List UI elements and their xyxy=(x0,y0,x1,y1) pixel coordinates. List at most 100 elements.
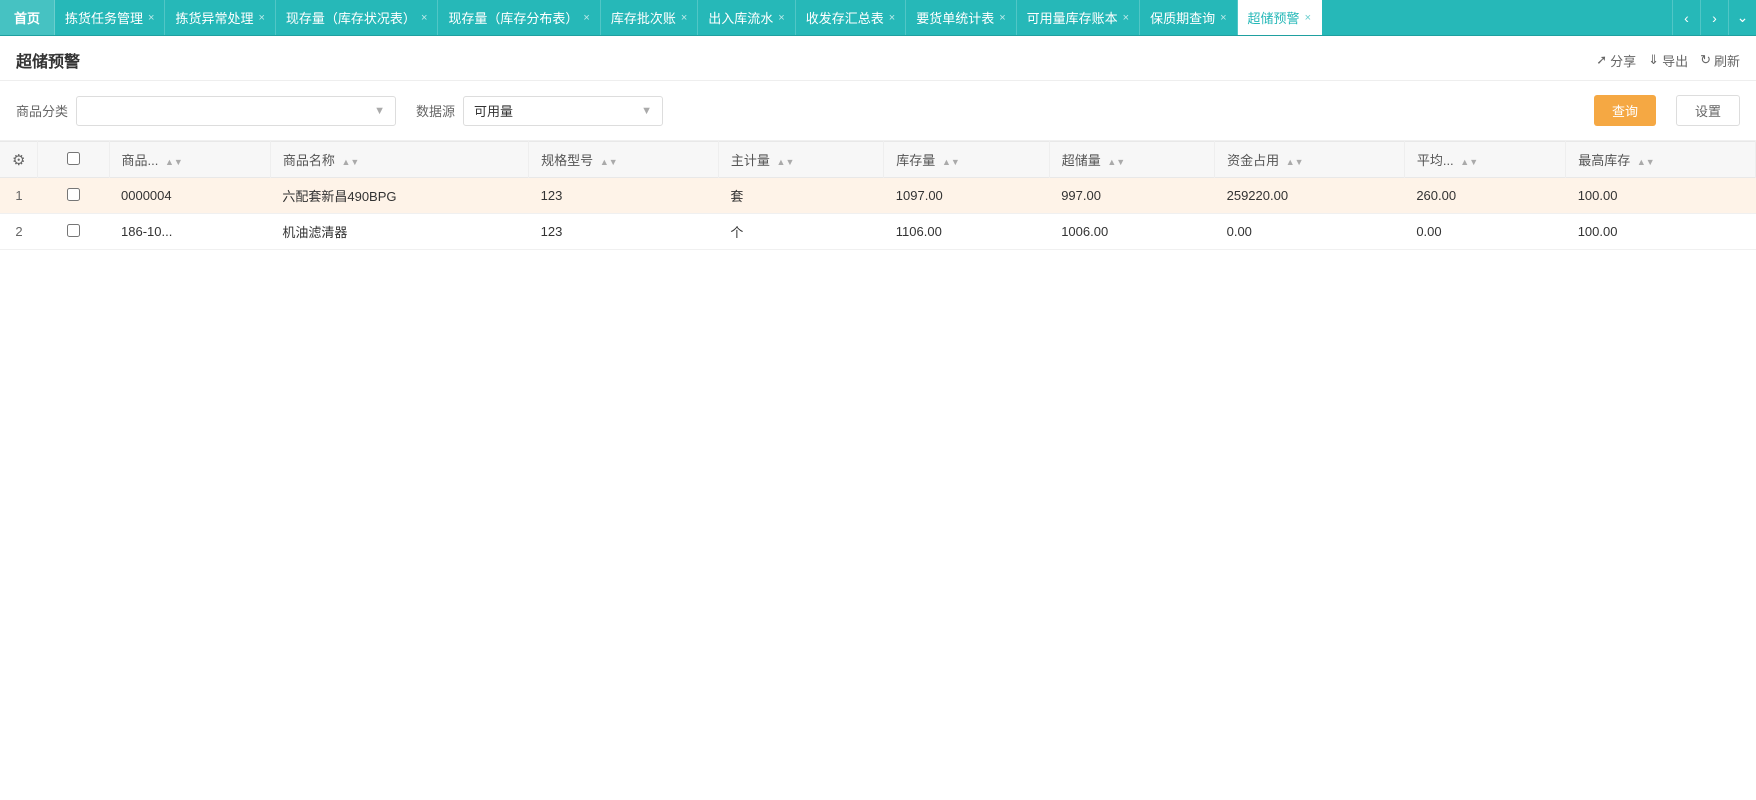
th-settings: ⚙ xyxy=(0,142,38,178)
cell-product-name: 六配套新昌490BPG xyxy=(270,178,528,214)
main-content: 超储预警 ➚ 分享 ⇓ 导出 ↻ 刷新 商品分类 ▼ 数据源 xyxy=(0,36,1756,800)
category-select[interactable]: ▼ xyxy=(76,96,396,126)
th-checkbox xyxy=(38,142,109,178)
th-capital[interactable]: 资金占用 ▲▼ xyxy=(1215,142,1405,178)
row-checkbox-cell xyxy=(38,178,109,214)
sort-icon: ▲▼ xyxy=(942,158,960,167)
th-overstock[interactable]: 超储量 ▲▼ xyxy=(1049,142,1214,178)
row-checkbox[interactable] xyxy=(67,224,80,237)
close-icon[interactable]: × xyxy=(999,12,1005,24)
filter-area: 商品分类 ▼ 数据源 可用量 ▼ 查询 设置 xyxy=(0,81,1756,141)
sort-icon: ▲▼ xyxy=(165,158,183,167)
nav-next-button[interactable]: › xyxy=(1700,0,1728,36)
th-product-code[interactable]: 商品... ▲▼ xyxy=(109,142,270,178)
cell-capital: 259220.00 xyxy=(1215,178,1405,214)
query-button[interactable]: 查询 xyxy=(1594,95,1656,126)
chevron-down-icon: ▼ xyxy=(641,105,652,117)
th-avg[interactable]: 平均... ▲▼ xyxy=(1404,142,1565,178)
close-icon[interactable]: × xyxy=(778,12,784,24)
sort-icon: ▲▼ xyxy=(1107,158,1125,167)
share-button[interactable]: ➚ 分享 xyxy=(1596,51,1636,70)
tab-pick-exception[interactable]: 拣货异常处理 × xyxy=(165,0,275,35)
page-title: 超储预警 xyxy=(16,48,80,72)
tab-overstock-warning[interactable]: 超储预警 × xyxy=(1238,0,1322,35)
cell-product-code: 0000004 xyxy=(109,178,270,214)
page-header: 超储预警 ➚ 分享 ⇓ 导出 ↻ 刷新 xyxy=(0,36,1756,81)
nav-menu-button[interactable]: ⌄ xyxy=(1728,0,1756,36)
tab-current-stock-status[interactable]: 现存量（库存状况表） × xyxy=(276,0,438,35)
refresh-icon: ↻ xyxy=(1700,52,1711,68)
cell-unit: 个 xyxy=(718,214,883,250)
nav-prev-button[interactable]: ‹ xyxy=(1672,0,1700,36)
sort-icon: ▲▼ xyxy=(1460,158,1478,167)
chevron-down-icon: ▼ xyxy=(374,105,385,117)
table-row: 1 0000004 六配套新昌490BPG 123 套 1097.00 997.… xyxy=(0,178,1756,214)
select-all-checkbox[interactable] xyxy=(67,152,80,165)
datasource-select[interactable]: 可用量 ▼ xyxy=(463,96,663,126)
filter-category: 商品分类 ▼ xyxy=(16,96,396,126)
cell-stock: 1097.00 xyxy=(884,178,1049,214)
cell-stock: 1106.00 xyxy=(884,214,1049,250)
close-icon[interactable]: × xyxy=(1305,12,1311,24)
th-product-name[interactable]: 商品名称 ▲▼ xyxy=(270,142,528,178)
tab-pick-task-mgmt[interactable]: 拣货任务管理 × xyxy=(55,0,165,35)
cell-overstock: 1006.00 xyxy=(1049,214,1214,250)
datasource-select-value: 可用量 xyxy=(474,101,513,120)
close-icon[interactable]: × xyxy=(148,12,154,24)
row-checkbox-cell xyxy=(38,214,109,250)
cell-capital: 0.00 xyxy=(1215,214,1405,250)
nav-home[interactable]: 首页 xyxy=(0,0,55,35)
row-num: 2 xyxy=(0,214,38,250)
close-icon[interactable]: × xyxy=(889,12,895,24)
row-checkbox[interactable] xyxy=(67,188,80,201)
cell-product-code: 186-10... xyxy=(109,214,270,250)
cell-overstock: 997.00 xyxy=(1049,178,1214,214)
tab-inout-flow[interactable]: 出入库流水 × xyxy=(698,0,795,35)
close-icon[interactable]: × xyxy=(1220,12,1226,24)
close-icon[interactable]: × xyxy=(681,12,687,24)
export-button[interactable]: ⇓ 导出 xyxy=(1648,51,1688,70)
table-row: 2 186-10... 机油滤清器 123 个 1106.00 1006.00 … xyxy=(0,214,1756,250)
close-icon[interactable]: × xyxy=(258,12,264,24)
row-num: 1 xyxy=(0,178,38,214)
share-icon: ➚ xyxy=(1596,52,1607,68)
overstock-table: ⚙ 商品... ▲▼ 商品名称 ▲▼ 规格型号 ▲▼ xyxy=(0,141,1756,250)
sort-icon: ▲▼ xyxy=(777,158,795,167)
cell-spec: 123 xyxy=(529,178,719,214)
export-icon: ⇓ xyxy=(1648,52,1659,68)
page-actions: ➚ 分享 ⇓ 导出 ↻ 刷新 xyxy=(1596,51,1740,70)
cell-product-name: 机油滤清器 xyxy=(270,214,528,250)
sort-icon: ▲▼ xyxy=(342,158,360,167)
cell-max-stock: 100.00 xyxy=(1566,178,1756,214)
tab-quality-query[interactable]: 保质期查询 × xyxy=(1140,0,1237,35)
cell-avg: 260.00 xyxy=(1404,178,1565,214)
sort-icon: ▲▼ xyxy=(600,158,618,167)
datasource-label: 数据源 xyxy=(416,101,455,120)
table-wrapper: ⚙ 商品... ▲▼ 商品名称 ▲▼ 规格型号 ▲▼ xyxy=(0,141,1756,250)
settings-button[interactable]: 设置 xyxy=(1676,95,1740,126)
filter-datasource: 数据源 可用量 ▼ xyxy=(416,96,663,126)
tab-batch-account[interactable]: 库存批次账 × xyxy=(601,0,698,35)
th-unit[interactable]: 主计量 ▲▼ xyxy=(718,142,883,178)
category-label: 商品分类 xyxy=(16,101,68,120)
th-spec[interactable]: 规格型号 ▲▼ xyxy=(529,142,719,178)
refresh-button[interactable]: ↻ 刷新 xyxy=(1700,51,1740,70)
nav-arrows: ‹ › ⌄ xyxy=(1672,0,1756,36)
th-max-stock[interactable]: 最高库存 ▲▼ xyxy=(1566,142,1756,178)
close-icon[interactable]: × xyxy=(1123,12,1129,24)
tab-receive-send-summary[interactable]: 收发存汇总表 × xyxy=(796,0,906,35)
table-header-row: ⚙ 商品... ▲▼ 商品名称 ▲▼ 规格型号 ▲▼ xyxy=(0,142,1756,178)
tab-requisition-stats[interactable]: 要货单统计表 × xyxy=(906,0,1016,35)
sort-icon: ▲▼ xyxy=(1637,158,1655,167)
tab-current-stock-dist[interactable]: 现存量（库存分布表） × xyxy=(438,0,600,35)
cell-unit: 套 xyxy=(718,178,883,214)
cell-avg: 0.00 xyxy=(1404,214,1565,250)
th-stock[interactable]: 库存量 ▲▼ xyxy=(884,142,1049,178)
sort-icon: ▲▼ xyxy=(1286,158,1304,167)
cell-max-stock: 100.00 xyxy=(1566,214,1756,250)
close-icon[interactable]: × xyxy=(583,12,589,24)
topbar: 首页 拣货任务管理 × 拣货异常处理 × 现存量（库存状况表） × 现存量（库存… xyxy=(0,0,1756,36)
close-icon[interactable]: × xyxy=(421,12,427,24)
tab-available-stock-book[interactable]: 可用量库存账本 × xyxy=(1017,0,1140,35)
gear-icon[interactable]: ⚙ xyxy=(12,152,25,169)
